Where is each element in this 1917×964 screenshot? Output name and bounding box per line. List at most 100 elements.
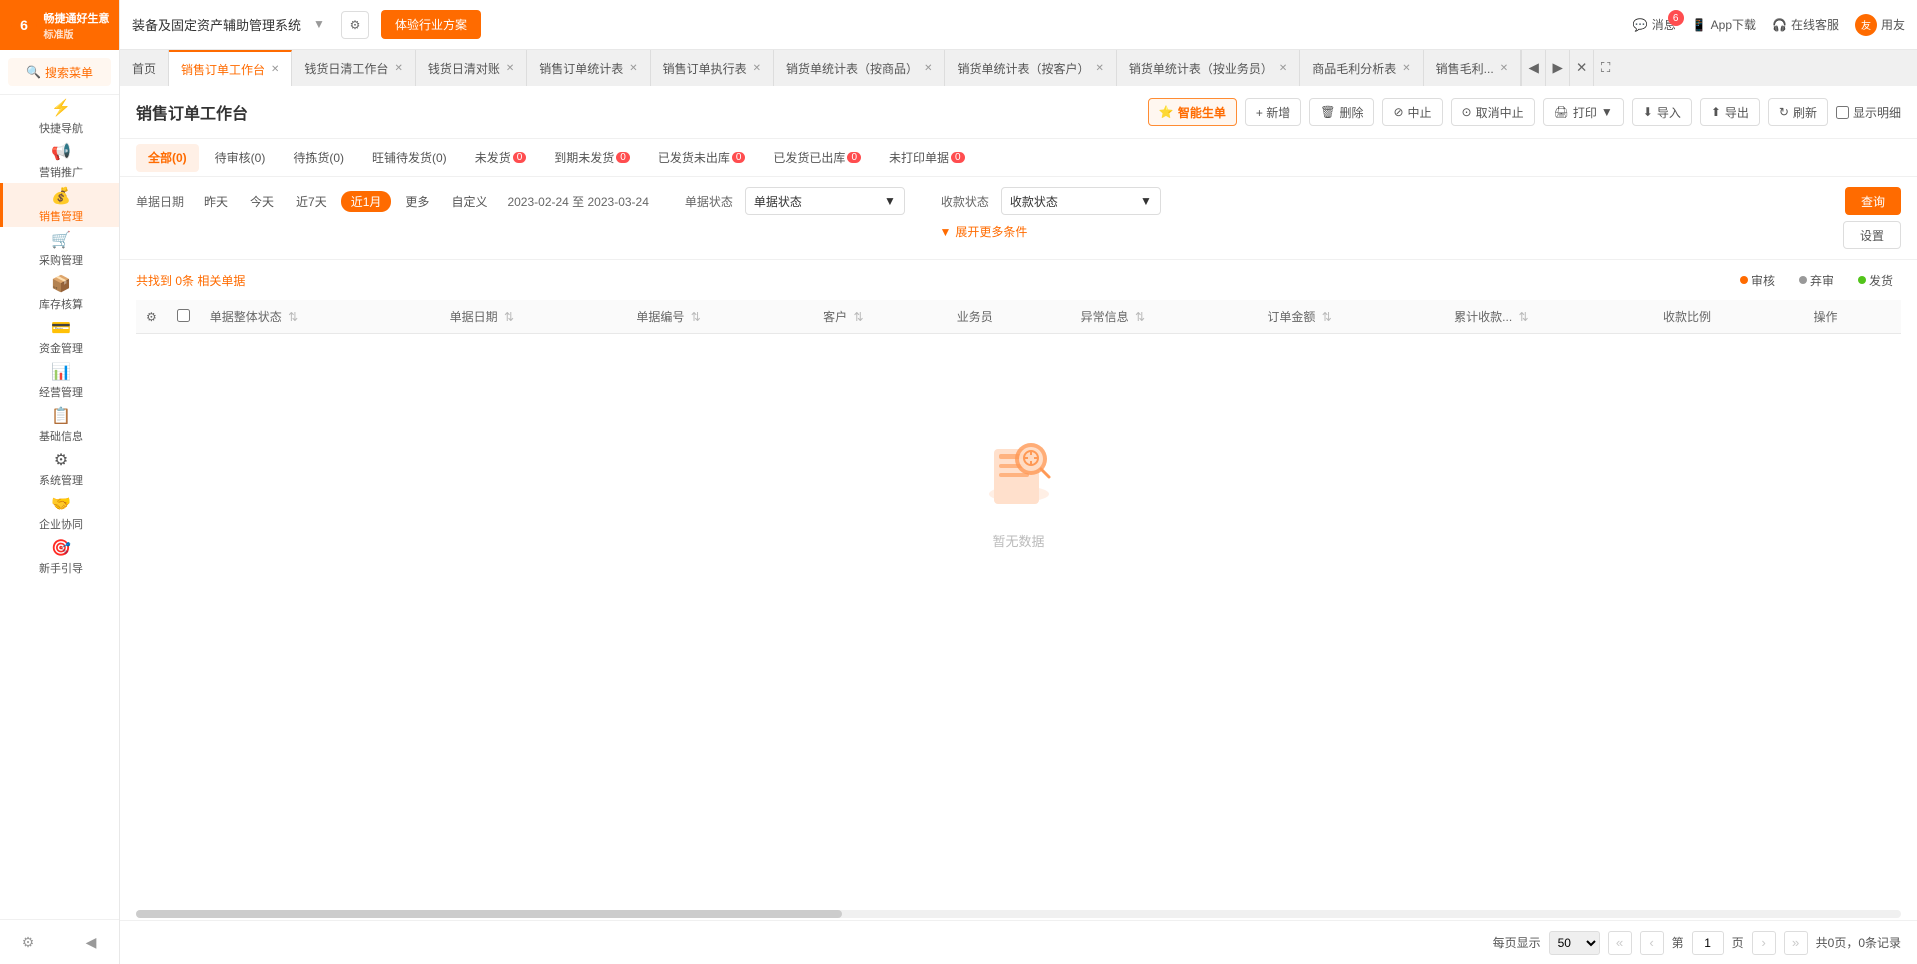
- sales-icon: 💰: [51, 186, 71, 206]
- title-dropdown-icon[interactable]: ▼: [313, 17, 329, 33]
- date-more-btn[interactable]: 更多: [397, 191, 437, 212]
- show-detail-checkbox[interactable]: [1836, 106, 1849, 119]
- exception-sort-icon[interactable]: ⇅: [1135, 310, 1145, 324]
- tab-sales-exec[interactable]: 销售订单执行表 ✕: [651, 50, 774, 86]
- tab-close-sale-by-product[interactable]: ✕: [924, 63, 932, 74]
- online-service-btn[interactable]: 🎧 在线客服: [1772, 16, 1839, 33]
- last-page-btn[interactable]: »: [1784, 931, 1808, 955]
- smart-create-btn[interactable]: ⭐ 智能生单: [1148, 98, 1237, 126]
- scroll-thumb[interactable]: [136, 910, 842, 918]
- tab-close-sales-stats[interactable]: ✕: [629, 63, 637, 74]
- tab-close-sale-by-salesman[interactable]: ✕: [1279, 63, 1287, 74]
- print-btn[interactable]: 🖨 打印 ▼: [1543, 98, 1624, 126]
- tab-cash-reconcile[interactable]: 钱货日清对账 ✕: [416, 50, 527, 86]
- set-btn[interactable]: 设置: [1843, 221, 1901, 249]
- date-custom-btn[interactable]: 自定义: [443, 191, 495, 212]
- date-sort-icon[interactable]: ⇅: [504, 310, 514, 324]
- status-select[interactable]: 单据状态 ▼: [745, 187, 905, 215]
- tab-next-btn[interactable]: ▶: [1545, 50, 1569, 86]
- delete-btn[interactable]: 🗑 删除: [1309, 98, 1374, 126]
- ship-btn[interactable]: 发货: [1850, 268, 1901, 292]
- tab-close-sales-workbench[interactable]: ✕: [271, 64, 279, 75]
- header-settings-btn[interactable]: ⚙: [341, 11, 369, 39]
- tab-sale-by-customer[interactable]: 销货单统计表（按客户） ✕: [945, 50, 1116, 86]
- tab-close-all-btn[interactable]: ✕: [1569, 50, 1593, 86]
- first-page-btn[interactable]: «: [1608, 931, 1632, 955]
- sub-tab-all[interactable]: 全部(0): [136, 144, 199, 172]
- tab-maximize-btn[interactable]: ⛶: [1593, 50, 1617, 86]
- tab-close-cash-daily[interactable]: ✕: [394, 63, 402, 74]
- select-all-checkbox[interactable]: [177, 309, 190, 322]
- cancel-audit-btn[interactable]: 弃审: [1791, 268, 1842, 292]
- sidebar-item-finance[interactable]: 💳 资金管理: [0, 315, 119, 359]
- sub-tab-pending-pick[interactable]: 待拣货(0): [281, 144, 356, 172]
- sidebar-item-sales[interactable]: 💰 销售管理: [0, 183, 119, 227]
- app-logo: 6 畅捷通好生意 标准版: [0, 0, 119, 50]
- collapse-sidebar-btn[interactable]: ◀: [71, 928, 111, 956]
- date-1month-btn[interactable]: 近1月: [341, 191, 392, 212]
- search-icon: 🔍: [26, 65, 41, 79]
- sidebar-item-basic-info[interactable]: 📋 基础信息: [0, 403, 119, 447]
- payment-select[interactable]: 收款状态 ▼: [1001, 187, 1161, 215]
- table-wrap: ⚙ 单据整体状态 ⇅ 单据日期 ⇅ 单据编号 ⇅: [120, 300, 1917, 908]
- import-btn[interactable]: ⬇ 导入: [1632, 98, 1692, 126]
- sidebar-item-marketing[interactable]: 📢 营销推广: [0, 139, 119, 183]
- tab-close-margin-analysis[interactable]: ✕: [1402, 63, 1410, 74]
- number-sort-icon[interactable]: ⇅: [691, 310, 701, 324]
- export-btn[interactable]: ⬆ 导出: [1700, 98, 1760, 126]
- tab-close-sale-by-customer[interactable]: ✕: [1095, 63, 1103, 74]
- tab-close-cash-reconcile[interactable]: ✕: [506, 63, 514, 74]
- settings-bottom-btn[interactable]: ⚙: [8, 928, 48, 956]
- tab-close-sales-exec[interactable]: ✕: [753, 63, 761, 74]
- date-yesterday-btn[interactable]: 昨天: [196, 191, 236, 212]
- next-page-btn[interactable]: ›: [1752, 931, 1776, 955]
- sub-tab-unshipped[interactable]: 未发货0: [463, 144, 539, 172]
- sub-tab-overdue-ship[interactable]: 到期未发货0: [542, 144, 642, 172]
- col-settings-icon[interactable]: ⚙: [146, 310, 157, 324]
- sub-tab-not-printed[interactable]: 未打印单据0: [877, 144, 977, 172]
- tab-sales-stats[interactable]: 销售订单统计表 ✕: [527, 50, 650, 86]
- sub-tab-wangpu-ship[interactable]: 旺铺待发货(0): [360, 144, 459, 172]
- refresh-btn[interactable]: ↻ 刷新: [1768, 98, 1828, 126]
- page-input[interactable]: [1692, 931, 1724, 955]
- sidebar-item-cooperation[interactable]: 🤝 企业协同: [0, 491, 119, 535]
- user-menu[interactable]: 友 用友: [1855, 14, 1905, 36]
- query-btn[interactable]: 查询: [1845, 187, 1901, 215]
- prev-page-btn[interactable]: ‹: [1640, 931, 1664, 955]
- message-btn[interactable]: 💬 消息 6: [1633, 16, 1676, 33]
- search-menu-btn[interactable]: 🔍 搜索菜单: [8, 58, 111, 86]
- status-sort-icon[interactable]: ⇅: [288, 310, 298, 324]
- sidebar-item-purchase[interactable]: 🛒 采购管理: [0, 227, 119, 271]
- expand-filter-btn[interactable]: ▼ 展开更多条件: [940, 223, 1028, 240]
- payment-sort-icon[interactable]: ⇅: [1519, 310, 1529, 324]
- tab-close-sales-margin[interactable]: ✕: [1500, 63, 1508, 74]
- new-btn[interactable]: + 新增: [1245, 98, 1301, 126]
- audit-btn[interactable]: 审核: [1732, 268, 1783, 292]
- sub-tab-shipped-not-out[interactable]: 已发货未出库0: [646, 144, 758, 172]
- show-detail-toggle[interactable]: 显示明细: [1836, 104, 1901, 121]
- amount-sort-icon[interactable]: ⇅: [1322, 310, 1332, 324]
- tab-sale-by-salesman[interactable]: 销货单统计表（按业务员） ✕: [1117, 50, 1300, 86]
- tab-sales-workbench[interactable]: 销售订单工作台 ✕: [169, 50, 292, 86]
- tab-cash-daily[interactable]: 钱货日清工作台 ✕: [292, 50, 415, 86]
- sidebar-item-guide[interactable]: 🎯 新手引导: [0, 535, 119, 579]
- sidebar-item-inventory[interactable]: 📦 库存核算: [0, 271, 119, 315]
- sidebar-item-system[interactable]: ⚙ 系统管理: [0, 447, 119, 491]
- app-download-btn[interactable]: 📱 App下载: [1692, 16, 1756, 33]
- industry-btn[interactable]: 体验行业方案: [381, 10, 481, 39]
- sub-tab-shipped-out[interactable]: 已发货已出库0: [761, 144, 873, 172]
- date-today-btn[interactable]: 今天: [242, 191, 282, 212]
- sidebar-item-management[interactable]: 📊 经营管理: [0, 359, 119, 403]
- tab-home[interactable]: 首页: [120, 50, 169, 86]
- per-page-select[interactable]: 10 20 50 100: [1549, 931, 1600, 955]
- sidebar-item-quick-nav[interactable]: ⚡ 快捷导航: [0, 95, 119, 139]
- sub-tab-pending-audit[interactable]: 待审核(0): [203, 144, 278, 172]
- date-7days-btn[interactable]: 近7天: [288, 191, 335, 212]
- customer-sort-icon[interactable]: ⇅: [853, 310, 863, 324]
- tab-margin-analysis[interactable]: 商品毛利分析表 ✕: [1300, 50, 1423, 86]
- cancel-stop-btn[interactable]: ⊙ 取消中止: [1451, 98, 1535, 126]
- tab-prev-btn[interactable]: ◀: [1521, 50, 1545, 86]
- tab-sale-by-product[interactable]: 销货单统计表（按商品） ✕: [774, 50, 945, 86]
- tab-sales-margin[interactable]: 销售毛利... ✕: [1424, 50, 1521, 86]
- stop-btn[interactable]: ⊘ 中止: [1382, 98, 1442, 126]
